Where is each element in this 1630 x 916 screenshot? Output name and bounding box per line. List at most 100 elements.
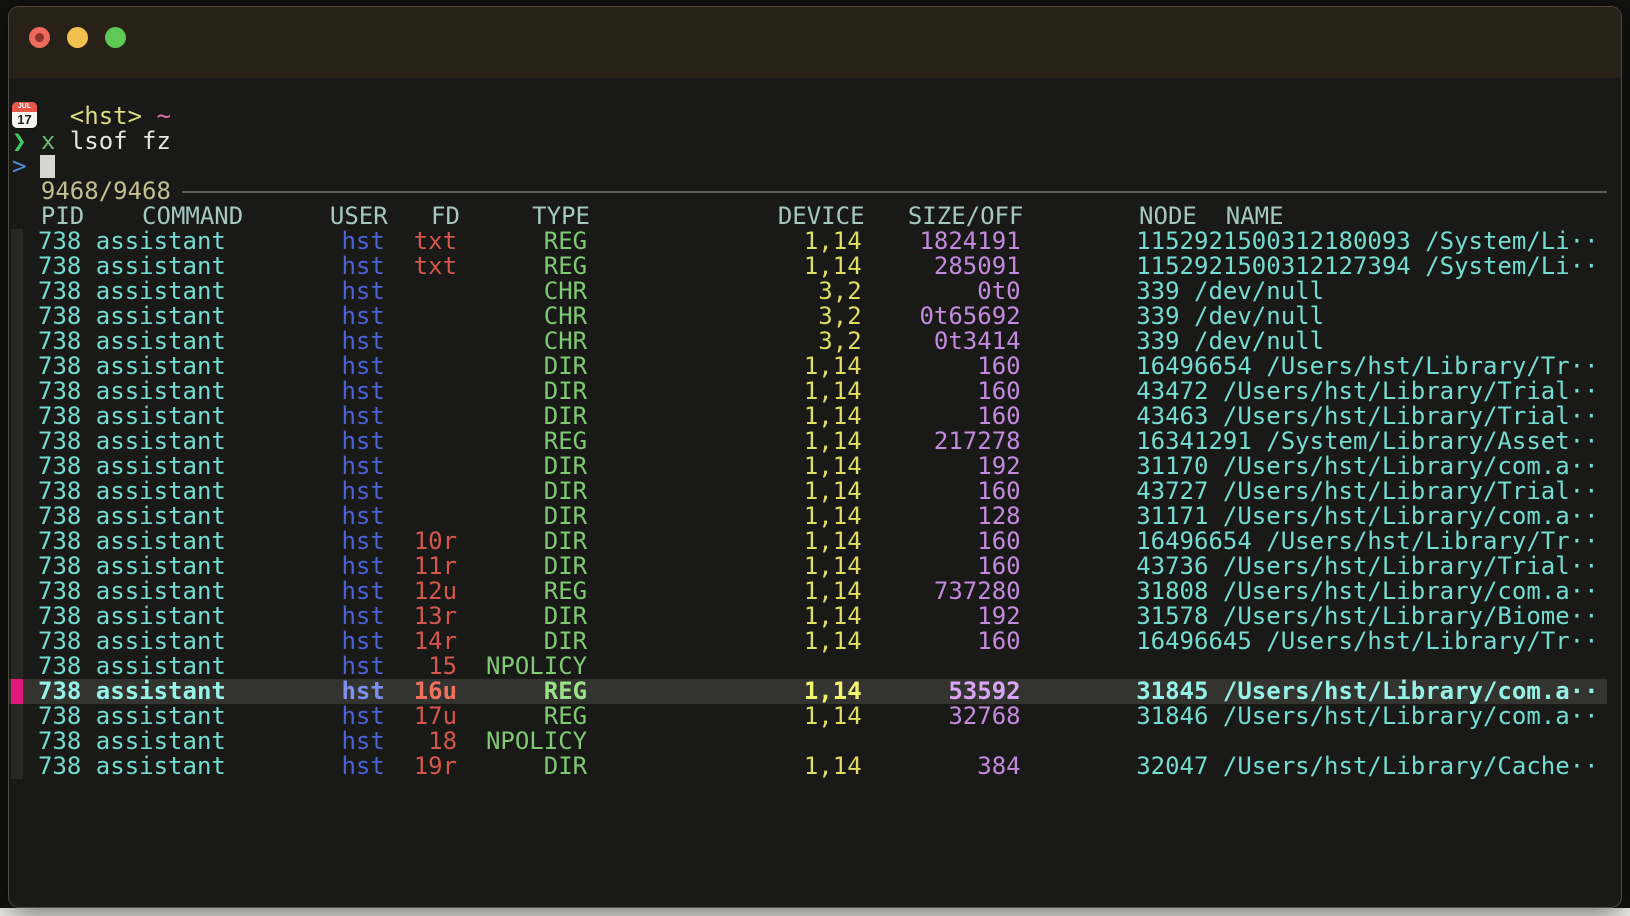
lsof-row[interactable]: 738 assistant hst 18 NPOLICY <box>9 729 1607 754</box>
cell-command: assistant <box>81 677 342 705</box>
lsof-row[interactable]: 738 assistant hst 14r DIR 1,14 160 16496… <box>9 629 1607 654</box>
cell-command: assistant <box>81 702 342 730</box>
cell-fd <box>385 502 457 530</box>
lsof-row[interactable]: 738 assistant hst txt REG 1,14 1824191 1… <box>9 229 1607 254</box>
cell-fd <box>385 277 457 305</box>
cell-command: assistant <box>81 427 342 455</box>
lsof-row[interactable]: 738 assistant hst 12u REG 1,14 737280 31… <box>9 579 1607 604</box>
pointer-gutter <box>11 554 23 579</box>
fzf-prompt: > <box>12 152 27 180</box>
cell-pid: 738 <box>38 677 82 705</box>
lsof-row[interactable]: 738 assistant hst 13r DIR 1,14 192 31578… <box>9 604 1607 629</box>
cell-user: hst <box>341 627 385 655</box>
lsof-row[interactable]: 738 assistant hst 19r DIR 1,14 384 32047… <box>9 754 1607 779</box>
lsof-row[interactable]: 738 assistant hst DIR 1,14 160 16496654 … <box>9 354 1607 379</box>
cell-pid: 738 <box>38 402 82 430</box>
pointer-gutter <box>11 754 23 779</box>
cell-user: hst <box>341 727 385 755</box>
cell-fd: 15 <box>384 652 458 680</box>
cell-device: 1,14 <box>587 677 862 705</box>
text-cursor <box>40 155 56 178</box>
cell-user: hst <box>341 352 385 380</box>
cell-user: hst <box>341 602 385 630</box>
cell-size_off: 32768 <box>861 702 1021 730</box>
cell-type: DIR <box>457 752 588 780</box>
cell-pid: 738 <box>38 277 82 305</box>
cell-type: DIR <box>457 452 588 480</box>
cell-command: assistant <box>81 477 342 505</box>
cell-user: hst <box>341 502 385 530</box>
pointer-gutter <box>11 654 23 679</box>
cell-command: assistant <box>81 227 342 255</box>
cell-type: DIR <box>457 627 588 655</box>
cell-command: assistant <box>81 727 342 755</box>
lsof-row[interactable]: 738 assistant hst 17u REG 1,14 32768 318… <box>9 704 1607 729</box>
pointer-gutter <box>11 329 23 354</box>
cell-fd <box>385 327 457 355</box>
lsof-row[interactable]: 738 assistant hst DIR 1,14 160 43472 /Us… <box>9 379 1607 404</box>
pointer-gutter <box>11 229 23 254</box>
lsof-row[interactable]: 738 assistant hst CHR 3,2 0t0 339 /dev/n… <box>9 279 1607 304</box>
cell-user: hst <box>341 752 385 780</box>
lsof-row[interactable]: 738 assistant hst DIR 1,14 160 43463 /Us… <box>9 404 1607 429</box>
cwd-path: ~ <box>156 102 171 130</box>
pointer-gutter <box>11 379 23 404</box>
cell-size_off: 217278 <box>861 427 1021 455</box>
cell-fd: 14r <box>384 627 458 655</box>
cell-device: 1,14 <box>587 227 862 255</box>
cell-user: hst <box>341 527 385 555</box>
pointer-gutter <box>11 404 23 429</box>
cell-device: 1,14 <box>587 602 862 630</box>
lsof-row[interactable]: 738 assistant hst CHR 3,2 0t65692 339 /d… <box>9 304 1607 329</box>
cell-device: 3,2 <box>587 302 862 330</box>
cell-device <box>587 652 862 680</box>
cell-type: NPOLICY <box>457 652 588 680</box>
cell-node_name: 339 /dev/null <box>1020 327 1325 355</box>
cell-node_name: 16496654 /Users/hst/Library/Tr·· <box>1020 352 1599 380</box>
cell-command: assistant <box>81 402 342 430</box>
lsof-row[interactable]: 738 assistant hst DIR 1,14 160 43727 /Us… <box>9 479 1607 504</box>
fzf-query-line[interactable]: > <box>9 154 1621 179</box>
cell-fd: 19r <box>384 752 458 780</box>
cell-command: assistant <box>81 527 342 555</box>
cell-size_off: 192 <box>861 452 1021 480</box>
lsof-row[interactable]: 738 assistant hst CHR 3,2 0t3414 339 /de… <box>9 329 1607 354</box>
cell-pid: 738 <box>38 502 82 530</box>
cell-command: assistant <box>81 652 342 680</box>
cell-pid: 738 <box>38 627 82 655</box>
cell-size_off: 192 <box>861 602 1021 630</box>
cell-fd <box>385 452 457 480</box>
cell-size_off: 53592 <box>861 677 1021 705</box>
cell-node_name: 31808 /Users/hst/Library/com.a·· <box>1020 577 1599 605</box>
cell-device: 1,14 <box>587 627 862 655</box>
pointer-gutter <box>11 479 23 504</box>
pointer-gutter <box>11 304 23 329</box>
pointer-gutter <box>11 354 23 379</box>
calendar-icon: JUL 17 <box>12 102 37 128</box>
cell-pid: 738 <box>38 552 82 580</box>
lsof-row[interactable]: 738 assistant hst DIR 1,14 192 31170 /Us… <box>9 454 1607 479</box>
command-text: lsof fz <box>69 127 171 155</box>
cell-device: 1,14 <box>587 402 862 430</box>
cell-size_off <box>862 727 1021 755</box>
lsof-row[interactable]: 738 assistant hst REG 1,14 217278 163412… <box>9 429 1607 454</box>
lsof-row[interactable]: 738 assistant hst 11r DIR 1,14 160 43736… <box>9 554 1607 579</box>
lsof-row[interactable]: 738 assistant hst DIR 1,14 128 31171 /Us… <box>9 504 1607 529</box>
lsof-row[interactable]: 738 assistant hst txt REG 1,14 285091 11… <box>9 254 1607 279</box>
cell-size_off: 160 <box>861 627 1021 655</box>
cell-size_off: 285091 <box>861 252 1021 280</box>
cell-pid: 738 <box>38 702 82 730</box>
cell-node_name: 31578 /Users/hst/Library/Biome·· <box>1020 602 1599 630</box>
results-list: 738 assistant hst txt REG 1,14 1824191 1… <box>9 229 1621 779</box>
cell-type: REG <box>457 227 588 255</box>
lsof-row[interactable]: 738 assistant hst 10r DIR 1,14 160 16496… <box>9 529 1607 554</box>
cell-pid: 738 <box>38 227 82 255</box>
cell-pid: 738 <box>38 452 82 480</box>
cell-user: hst <box>341 652 385 680</box>
cell-device: 1,14 <box>587 752 862 780</box>
lsof-row-selected[interactable]: 738 assistant hst 16u REG 1,14 53592 318… <box>9 679 1607 704</box>
lsof-row[interactable]: 738 assistant hst 15 NPOLICY <box>9 654 1607 679</box>
cell-type: DIR <box>457 352 588 380</box>
cell-size_off: 160 <box>861 377 1021 405</box>
cell-node_name <box>1021 652 1137 680</box>
